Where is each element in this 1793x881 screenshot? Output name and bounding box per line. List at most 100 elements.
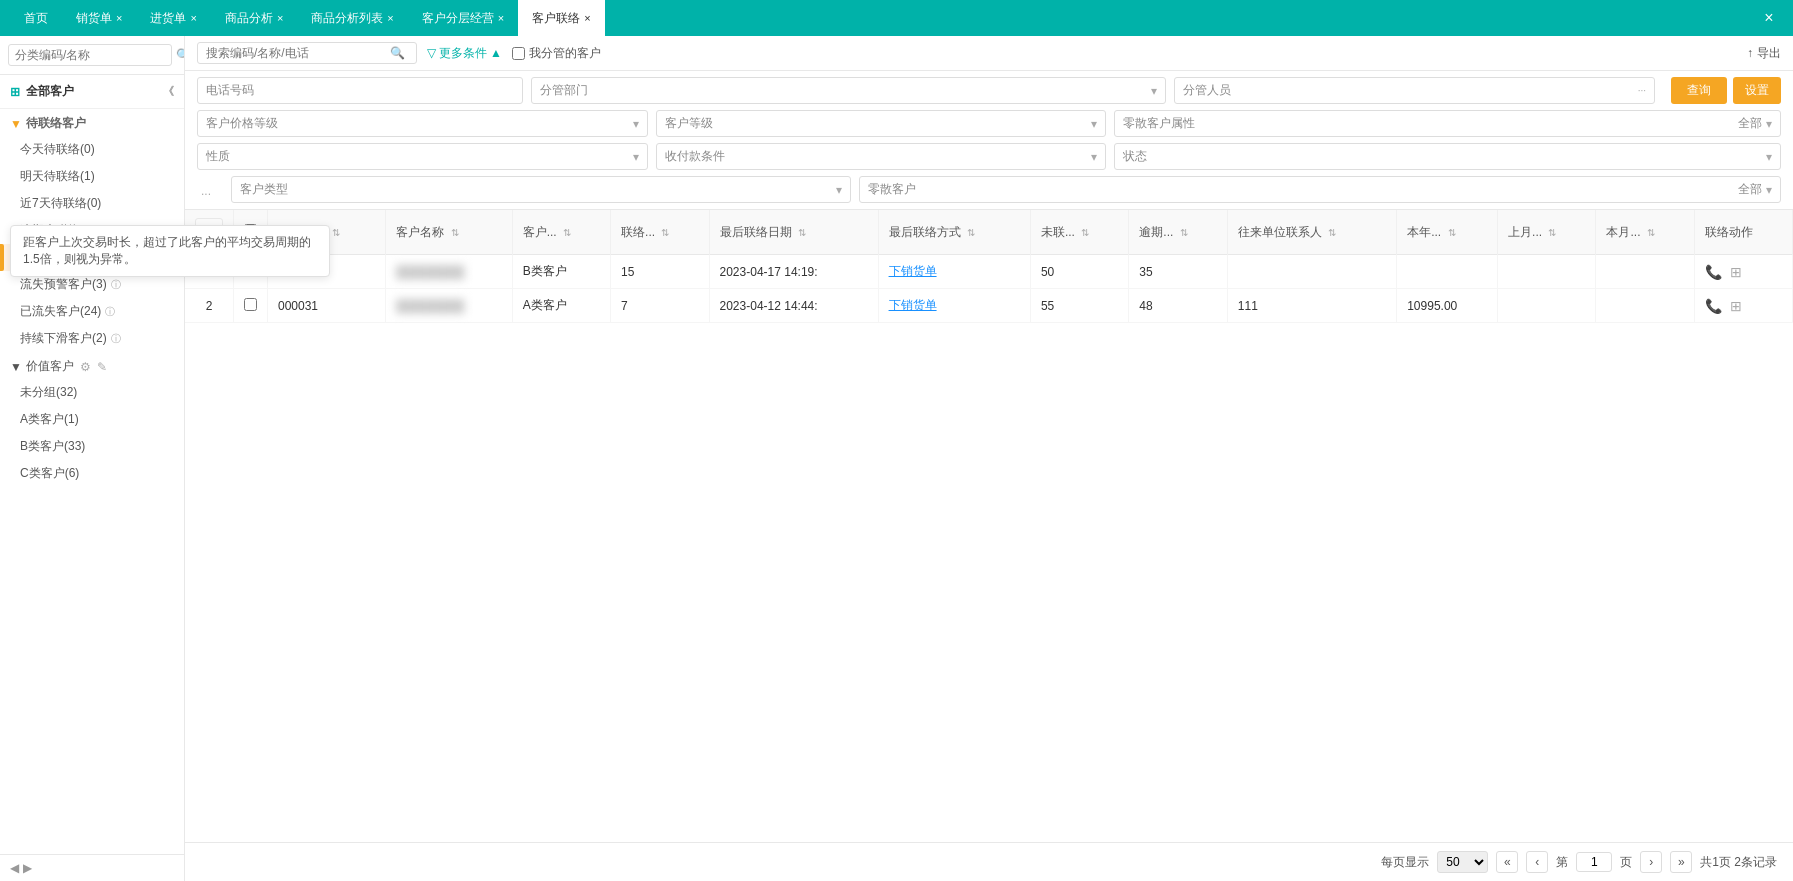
sidebar-group-pending: ▼ 待联络客户 <box>0 109 184 136</box>
nav-home[interactable]: 首页 <box>10 0 62 36</box>
nav-customer-contact[interactable]: 客户联络 × <box>518 0 604 36</box>
td-overdue-1: 35 <box>1129 255 1227 289</box>
sidebar-collapse-btn[interactable]: 《 <box>163 84 174 99</box>
nav-close-customer-segment[interactable]: × <box>498 12 504 24</box>
filter-row-4: ... 客户类型 ▾ 零散客户 全部 ▾ <box>197 176 1781 203</box>
filter-manager: 分管人员 ··· <box>1174 77 1655 104</box>
query-button[interactable]: 查询 <box>1671 77 1727 104</box>
sort-type-icon[interactable]: ⇅ <box>563 227 571 238</box>
page-first-btn[interactable]: « <box>1496 851 1518 873</box>
export-button[interactable]: ↑ 导出 <box>1747 45 1781 62</box>
sort-unit-contact-icon[interactable]: ⇅ <box>1328 227 1336 238</box>
main-search-input[interactable] <box>206 46 386 60</box>
td-last-month-1 <box>1498 255 1596 289</box>
action-phone-icon-1[interactable]: 📞 <box>1705 264 1722 280</box>
sidebar-next-btn[interactable]: ▶ <box>23 861 32 875</box>
td-last-method-2[interactable]: 下销货单 <box>878 289 1030 323</box>
td-last-method-1[interactable]: 下销货单 <box>878 255 1030 289</box>
nav-product-list[interactable]: 商品分析列表 × <box>297 0 407 36</box>
sidebar-item-ungroup[interactable]: 未分组(32) <box>0 379 184 406</box>
sort-last-date-icon[interactable]: ⇅ <box>798 227 806 238</box>
sort-this-year-icon[interactable]: ⇅ <box>1448 227 1456 238</box>
sidebar-item-today[interactable]: 今天待联络(0) <box>0 136 184 163</box>
filter-row-1: 电话号码 分管部门 ▾ 分管人员 ··· 查询 设置 <box>197 77 1781 104</box>
td-not-contact-1: 50 <box>1030 255 1128 289</box>
sidebar-item-churned[interactable]: 已流失客户(24) ⓘ <box>0 298 184 325</box>
page-prev-btn[interactable]: ‹ <box>1526 851 1548 873</box>
nav-purchase[interactable]: 进货单 × <box>136 0 210 36</box>
filter-customer-level[interactable]: 客户等级 ▾ <box>656 110 1107 137</box>
phone-input[interactable] <box>262 84 514 98</box>
nav-close-product-analysis[interactable]: × <box>277 12 283 24</box>
col-header-this-year: 本年... ⇅ <box>1397 210 1498 255</box>
filter-row-2: 客户价格等级 ▾ 客户等级 ▾ 零散客户属性 全部 ▾ <box>197 110 1781 137</box>
sidebar-prev-btn[interactable]: ◀ <box>10 861 19 875</box>
filter-payment[interactable]: 收付款条件 ▾ <box>656 143 1107 170</box>
action-more-icon-1[interactable]: ⊞ <box>1730 264 1742 280</box>
nav-close-purchase[interactable]: × <box>190 12 196 24</box>
per-page-select[interactable]: 50 20 100 <box>1437 851 1488 873</box>
col-header-last-method: 最后联络方式 ⇅ <box>878 210 1030 255</box>
sidebar-item-declining[interactable]: 持续下滑客户(2) ⓘ <box>0 325 184 352</box>
filter-department[interactable]: 分管部门 ▾ <box>531 77 1166 104</box>
sidebar-search-input[interactable] <box>8 44 172 66</box>
sort-name-icon[interactable]: ⇅ <box>451 227 459 238</box>
filter-retail-attr[interactable]: 零散客户属性 全部 ▾ <box>1114 110 1781 137</box>
nav-customer-segment[interactable]: 客户分层经营 × <box>408 0 518 36</box>
filter-icon: ▽ <box>427 46 436 60</box>
sidebar-search-area: 🔍 <box>0 36 184 75</box>
sort-contact-icon[interactable]: ⇅ <box>661 227 669 238</box>
edit-icon[interactable]: ⚙ <box>80 360 91 374</box>
sort-this-month-icon[interactable]: ⇅ <box>1647 227 1655 238</box>
col-header-actions: 联络动作 <box>1694 210 1792 255</box>
action-phone-icon-2[interactable]: 📞 <box>1705 298 1722 314</box>
manager-input[interactable] <box>1239 84 1633 98</box>
filter-row-3: 性质 ▾ 收付款条件 ▾ 状态 ▾ <box>197 143 1781 170</box>
sidebar-item-class-a[interactable]: A类客户(1) <box>0 406 184 433</box>
page-input[interactable] <box>1576 852 1612 872</box>
sidebar-search-icon[interactable]: 🔍 <box>176 45 185 65</box>
filter-gender[interactable]: 性质 ▾ <box>197 143 648 170</box>
edit-icon-2[interactable]: ✎ <box>97 360 107 374</box>
caret-status: ▾ <box>1766 150 1772 164</box>
row-action-icons-1: 📞 ⊞ <box>1705 264 1782 280</box>
customers-table: ⚙ 客户编码 ⇅ 客户名称 ⇅ <box>185 210 1793 323</box>
filter-extra-btn[interactable]: ... <box>197 182 215 198</box>
sort-last-month-icon[interactable]: ⇅ <box>1548 227 1556 238</box>
td-unit-contact-2: 111 <box>1227 289 1396 323</box>
table-container[interactable]: ⚙ 客户编码 ⇅ 客户名称 ⇅ <box>185 210 1793 842</box>
settings-button[interactable]: 设置 <box>1733 77 1781 104</box>
td-overdue-2: 48 <box>1129 289 1227 323</box>
sidebar-item-class-c[interactable]: C类客户(6) <box>0 460 184 487</box>
col-header-contact: 联络... ⇅ <box>611 210 709 255</box>
nav-sales[interactable]: 销货单 × <box>62 0 136 36</box>
more-conditions-btn[interactable]: ▽ 更多条件 ▲ <box>427 45 502 62</box>
nav-close-sales[interactable]: × <box>116 12 122 24</box>
sort-last-method-icon[interactable]: ⇅ <box>967 227 975 238</box>
page-label: 第 <box>1556 854 1568 871</box>
sidebar-item-7days[interactable]: 近7天待联络(0) <box>0 190 184 217</box>
filter-customer-type[interactable]: 客户类型 ▾ <box>231 176 851 203</box>
nav-product-analysis[interactable]: 商品分析 × <box>211 0 297 36</box>
page-last-btn[interactable]: » <box>1670 851 1692 873</box>
page-next-btn[interactable]: › <box>1640 851 1662 873</box>
nav-close-product-list[interactable]: × <box>387 12 393 24</box>
app-close-button[interactable]: × <box>1755 4 1783 32</box>
action-more-icon-2[interactable]: ⊞ <box>1730 298 1742 314</box>
filter-status[interactable]: 状态 ▾ <box>1114 143 1781 170</box>
total-label: 共1页 2条记录 <box>1700 854 1777 871</box>
td-this-year-1 <box>1397 255 1498 289</box>
my-customers-checkbox[interactable]: 我分管的客户 <box>512 45 601 62</box>
nav-close-customer-contact[interactable]: × <box>584 12 590 24</box>
sidebar-all-customers[interactable]: ⊞ 全部客户 《 <box>0 75 184 109</box>
row-checkbox-2[interactable] <box>244 298 257 311</box>
sidebar-item-tomorrow[interactable]: 明天待联络(1) <box>0 163 184 190</box>
sort-overdue-icon[interactable]: ⇅ <box>1180 227 1188 238</box>
main-search-icon[interactable]: 🔍 <box>390 46 405 60</box>
td-name-2: ████████ <box>386 289 512 323</box>
sidebar-item-class-b[interactable]: B类客户(33) <box>0 433 184 460</box>
filter-price-level[interactable]: 客户价格等级 ▾ <box>197 110 648 137</box>
sort-code-icon[interactable]: ⇅ <box>332 227 340 238</box>
filter-retail-customer[interactable]: 零散客户 全部 ▾ <box>859 176 1781 203</box>
sort-not-contact-icon[interactable]: ⇅ <box>1081 227 1089 238</box>
